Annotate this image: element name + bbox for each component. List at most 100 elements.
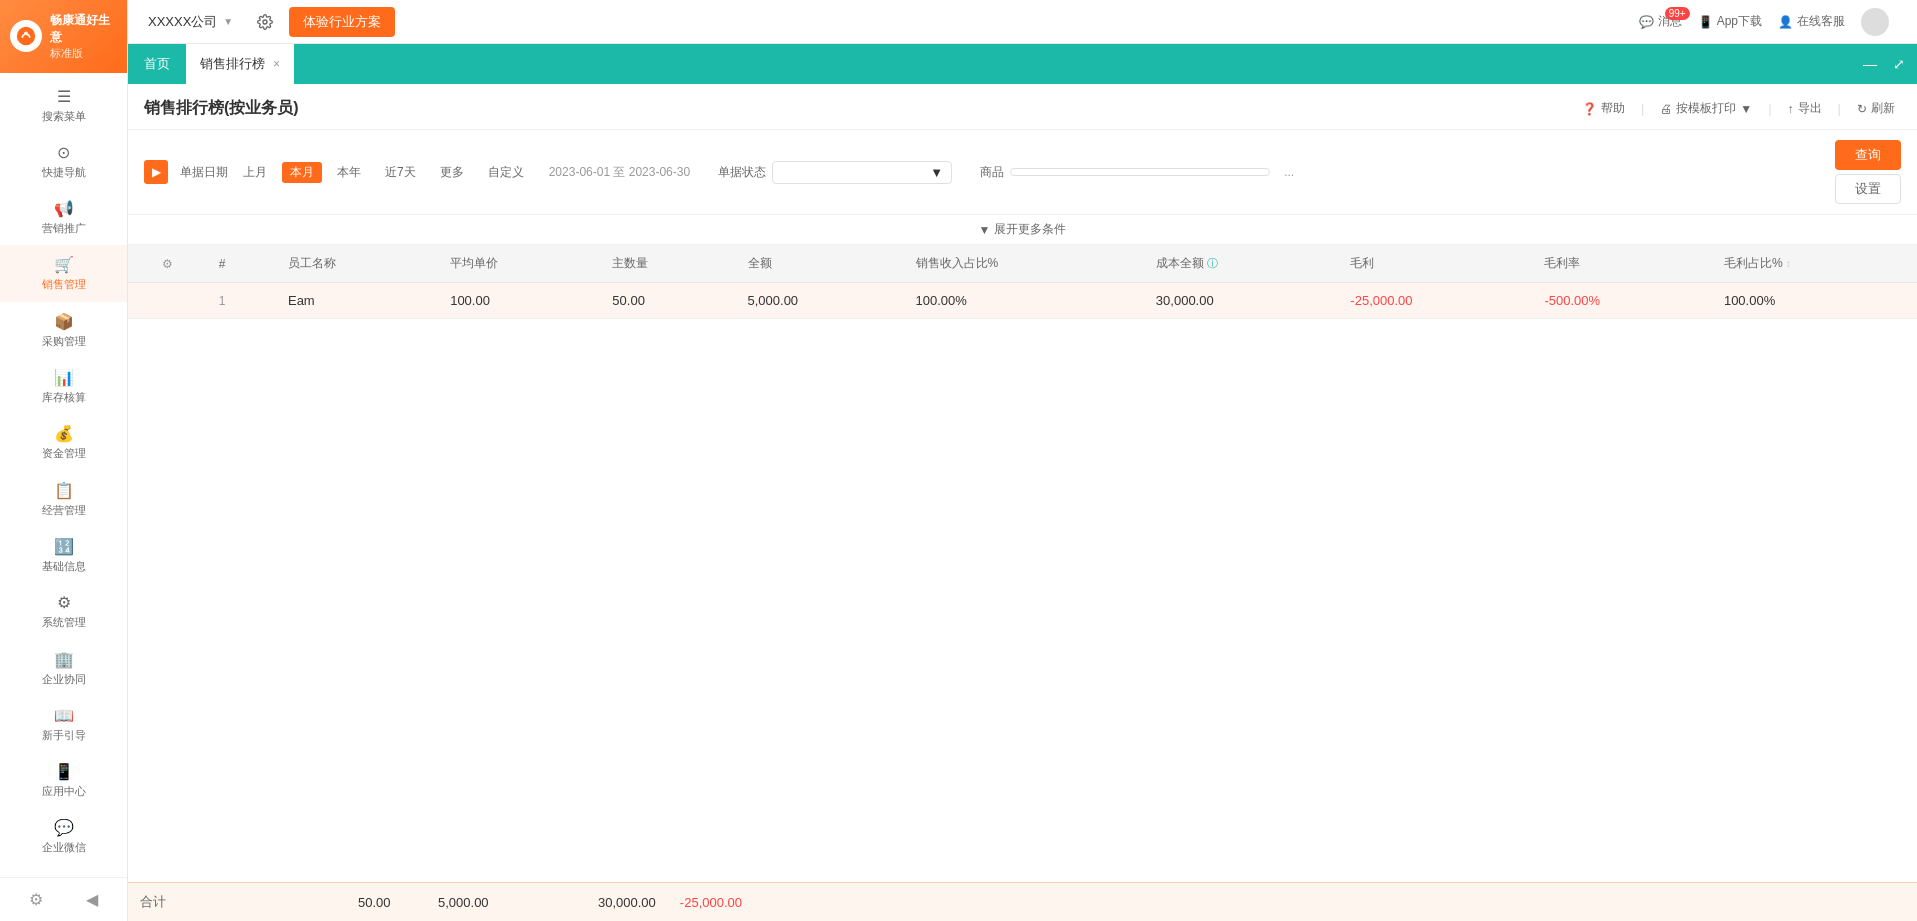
sidebar-item-marketing[interactable]: 📢 营销推广 — [0, 189, 127, 245]
sidebar-item-member[interactable]: V 畅会员 — [0, 865, 127, 877]
date-custom-btn[interactable]: 自定义 — [479, 161, 533, 184]
date-range-text: 2023-06-01 至 2023-06-30 — [549, 164, 690, 181]
enterprise-icon: 🏢 — [54, 650, 74, 669]
date-year-btn[interactable]: 本年 — [328, 161, 370, 184]
help-label: 帮助 — [1601, 100, 1625, 117]
sidebar-item-system[interactable]: ⚙ 系统管理 — [0, 583, 127, 639]
cell-settings — [128, 283, 207, 319]
sidebar-item-basic-info[interactable]: 🔢 基础信息 — [0, 527, 127, 583]
main-area: XXXXX公司 ▼ 体验行业方案 💬 消息 99+ 📱 App下 — [128, 0, 1917, 921]
footer-cost: 30,000.00 — [586, 895, 668, 910]
basic-info-label: 基础信息 — [42, 559, 86, 573]
sidebar-settings-btn[interactable]: ⚙ — [25, 886, 47, 913]
sidebar-item-app-center[interactable]: 📱 应用中心 — [0, 752, 127, 808]
app-download-icon: 📱 — [1698, 15, 1713, 29]
app-logo — [10, 20, 42, 52]
tab-close-btn[interactable]: × — [273, 57, 280, 71]
svg-point-2 — [263, 20, 267, 24]
sidebar-brand: 畅康通好生意 标准版 — [50, 12, 117, 61]
system-icon: ⚙ — [57, 593, 71, 612]
col-gross-ratio: 毛利占比% ↕ — [1712, 245, 1917, 283]
online-service-btn[interactable]: 👤 在线客服 — [1778, 13, 1845, 30]
date-7days-btn[interactable]: 近7天 — [376, 161, 425, 184]
settings-filter-btn[interactable]: 设置 — [1835, 174, 1901, 204]
operations-icon: 📋 — [54, 481, 74, 500]
message-btn[interactable]: 💬 消息 99+ — [1639, 13, 1682, 30]
filter-more-icon[interactable]: ... — [1284, 165, 1294, 179]
sidebar-item-guide[interactable]: 📖 新手引导 — [0, 696, 127, 752]
tab-minimize-icon[interactable]: — — [1859, 52, 1881, 76]
basic-info-icon: 🔢 — [54, 537, 74, 556]
help-btn[interactable]: ❓ 帮助 — [1576, 96, 1631, 121]
table-head: ⚙ # 员工名称 平均单价 主数量 全额 销售收入占比% 成本全额 ⓘ 毛利 毛… — [128, 245, 1917, 283]
col-avg-price: 平均单价 — [438, 245, 600, 283]
goods-input[interactable] — [1010, 168, 1270, 176]
date-filter-label: 单据日期 — [180, 164, 228, 181]
cell-main-qty: 50.00 — [600, 283, 735, 319]
company-selector[interactable]: XXXXX公司 ▼ — [140, 9, 241, 35]
print-dropdown-icon: ▼ — [1740, 102, 1752, 116]
tab-bar-right: — ⤢ — [1859, 52, 1917, 76]
sidebar-item-finance[interactable]: 💰 资金管理 — [0, 414, 127, 470]
message-icon: 💬 — [1639, 15, 1654, 29]
cell-rank: 1 — [207, 283, 276, 319]
app-download-btn[interactable]: 📱 App下载 — [1698, 13, 1762, 30]
cell-amount: 5,000.00 — [736, 283, 904, 319]
status-select[interactable]: ▼ — [772, 161, 952, 184]
sidebar-collapse-btn[interactable]: ◀ — [82, 886, 102, 913]
trial-btn[interactable]: 体验行业方案 — [289, 7, 395, 37]
sidebar-item-enterprise[interactable]: 🏢 企业协同 — [0, 640, 127, 696]
col-rank: # — [207, 245, 276, 283]
refresh-icon: ↻ — [1857, 102, 1867, 116]
online-service-label: 在线客服 — [1797, 13, 1845, 30]
col-settings[interactable]: ⚙ — [128, 245, 207, 283]
filter-expand-arrow[interactable]: ▶ — [144, 160, 168, 184]
refresh-btn[interactable]: ↻ 刷新 — [1851, 96, 1901, 121]
col-amount: 全额 — [736, 245, 904, 283]
tab-sales-ranking[interactable]: 销售排行榜 × — [186, 44, 294, 84]
action-divider-2: | — [1768, 101, 1771, 116]
topbar-settings-btn[interactable] — [251, 8, 279, 36]
data-table: ⚙ # 员工名称 平均单价 主数量 全额 销售收入占比% 成本全额 ⓘ 毛利 毛… — [128, 245, 1917, 319]
message-badge: 99+ — [1665, 7, 1690, 20]
system-label: 系统管理 — [42, 615, 86, 629]
expand-label: 展开更多条件 — [994, 221, 1066, 238]
help-icon: ❓ — [1582, 102, 1597, 116]
marketing-label: 营销推广 — [42, 221, 86, 235]
svg-point-1 — [24, 32, 28, 36]
user-avatar[interactable] — [1861, 8, 1889, 36]
cell-sales-ratio: 100.00% — [904, 283, 1144, 319]
sidebar-item-sales[interactable]: 🛒 销售管理 — [0, 245, 127, 301]
col-gross: 毛利 — [1338, 245, 1532, 283]
enterprise-label: 企业协同 — [42, 672, 86, 686]
sidebar-item-search-order[interactable]: ☰ 搜索菜单 — [0, 77, 127, 133]
finance-label: 资金管理 — [42, 446, 86, 460]
page-container: 销售排行榜(按业务员) ❓ 帮助 | 🖨 按模板打印 ▼ | — [128, 84, 1917, 921]
export-btn[interactable]: ↑ 导出 — [1782, 96, 1828, 121]
export-icon: ↑ — [1788, 102, 1794, 116]
expand-more-btn[interactable]: ▼ 展开更多条件 — [979, 221, 1067, 238]
tab-home[interactable]: 首页 — [128, 44, 186, 84]
date-prev-month-btn[interactable]: 上月 — [234, 161, 276, 184]
date-current-month-btn[interactable]: 本月 — [282, 162, 322, 183]
operations-label: 经营管理 — [42, 503, 86, 517]
sidebar-item-quick-nav[interactable]: ⊙ 快捷导航 — [0, 133, 127, 189]
query-btn[interactable]: 查询 — [1835, 140, 1901, 170]
template-print-btn[interactable]: 🖨 按模板打印 ▼ — [1654, 96, 1758, 121]
export-label: 导出 — [1798, 100, 1822, 117]
sidebar: 畅康通好生意 标准版 ☰ 搜索菜单 ⊙ 快捷导航 📢 营销推广 🛒 销售管理 📦… — [0, 0, 128, 921]
date-more-btn[interactable]: 更多 — [431, 161, 473, 184]
sidebar-item-inventory[interactable]: 📊 库存核算 — [0, 358, 127, 414]
sidebar-item-operations[interactable]: 📋 经营管理 — [0, 471, 127, 527]
cell-cost: 30,000.00 — [1144, 283, 1339, 319]
cell-gross-ratio: 100.00% — [1712, 283, 1917, 319]
sidebar-nav: ☰ 搜索菜单 ⊙ 快捷导航 📢 营销推广 🛒 销售管理 📦 采购管理 📊 库存核… — [0, 73, 127, 877]
query-section: 查询 设置 — [1835, 140, 1901, 204]
tab-maximize-icon[interactable]: ⤢ — [1889, 52, 1909, 76]
sidebar-item-wechat[interactable]: 💬 企业微信 — [0, 808, 127, 864]
sidebar-item-purchase[interactable]: 📦 采购管理 — [0, 302, 127, 358]
footer-label: 合计 — [140, 893, 166, 911]
table-footer: 合计 50.00 5,000.00 30,000.00 -25,000.00 — [128, 882, 1917, 921]
footer-gross: -25,000.00 — [668, 895, 754, 910]
table-row: 1 Eam 100.00 50.00 5,000.00 100.00% 30,0… — [128, 283, 1917, 319]
